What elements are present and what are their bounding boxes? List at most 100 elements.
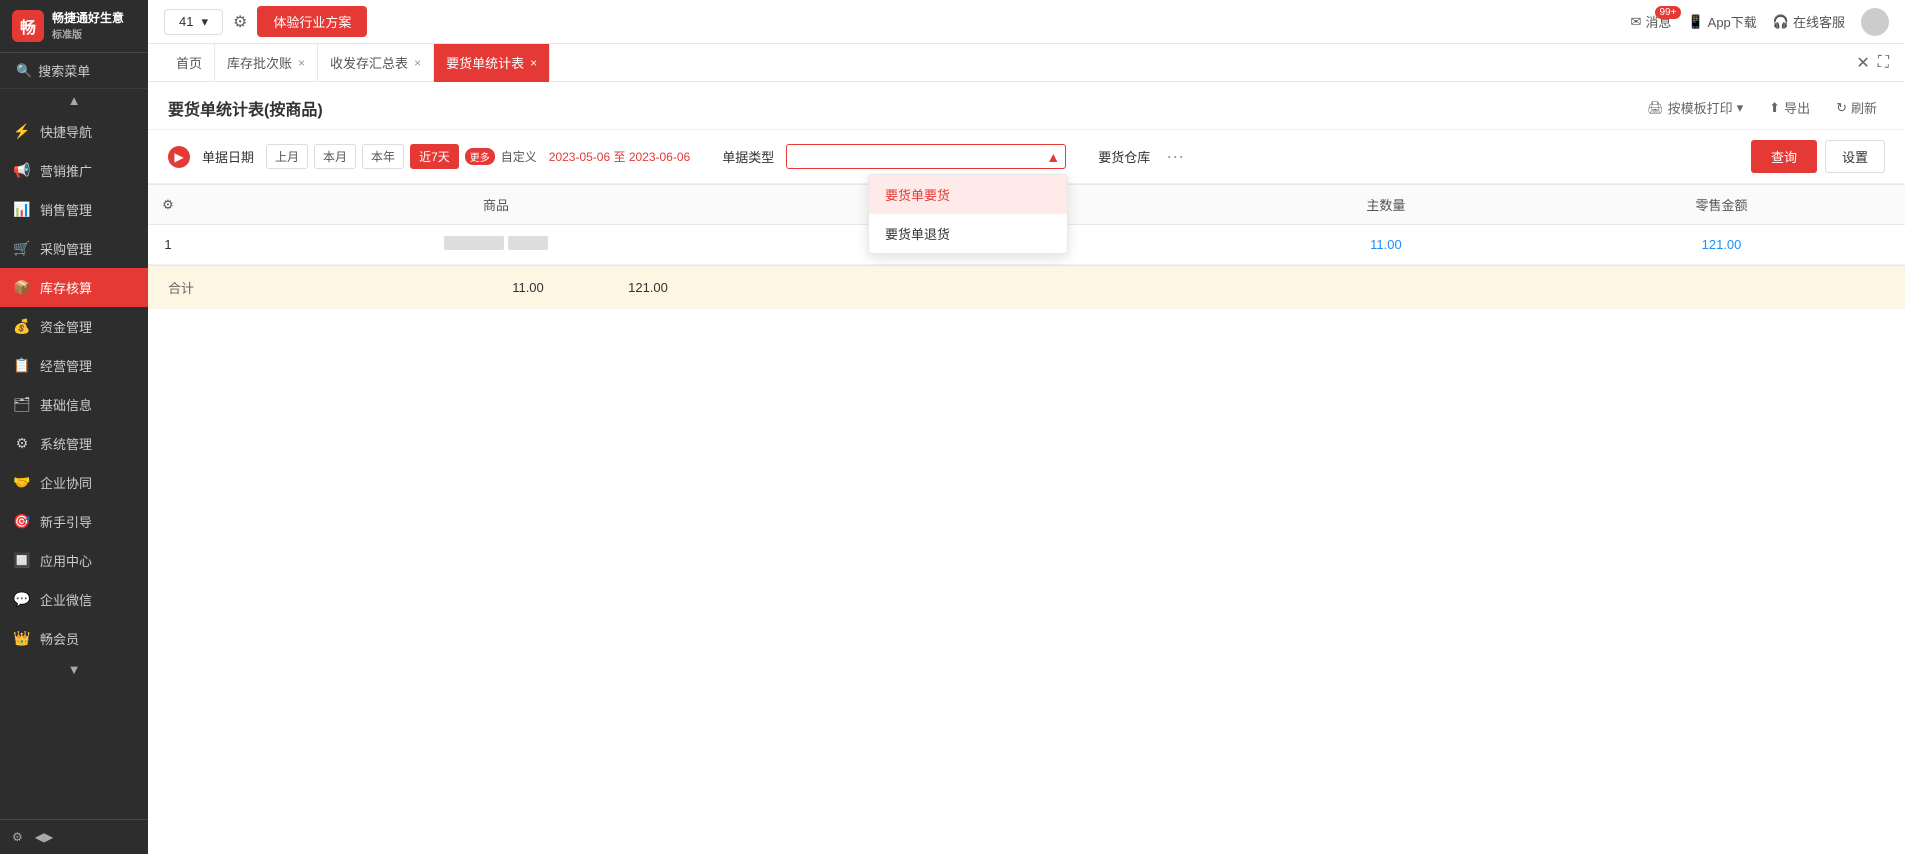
sidebar-scroll-down[interactable]: ▼ [0,658,148,681]
tab-order-stats[interactable]: 要货单统计表 × [434,44,550,82]
app-download-btn[interactable]: 📱 App下载 [1687,12,1756,31]
branch-selector[interactable]: 41 ▾ [164,9,223,35]
enterprise-wechat-icon: 💬 [12,591,32,608]
sidebar-item-system[interactable]: ⚙ 系统管理 [0,424,148,463]
row-qty[interactable]: 11.00 [1234,225,1538,265]
tab-close-collection-summary[interactable]: × [414,56,421,70]
more-dates-badge[interactable]: 更多 [465,148,495,165]
purchase-icon: 🛒 [12,240,32,257]
footer-qty: 11.00 [468,280,588,295]
page-actions: 🖨 按模板打印 ▾ ⬆ 导出 ↻ 刷新 [1639,94,1885,121]
recent7-btn[interactable]: 近7天 [410,144,459,169]
date-filter-label: 单据日期 [202,147,254,166]
query-btn[interactable]: 查询 [1751,140,1817,173]
page-title: 要货单统计表(按商品) [168,96,323,120]
sidebar-item-sales[interactable]: 📊 销售管理 [0,190,148,229]
sidebar-item-newbie[interactable]: 🎯 新手引导 [0,502,148,541]
settings-bottom-icon[interactable]: ⚙ [12,830,23,844]
warehouse-filter-label: 要货仓库 [1098,147,1150,166]
footer-label: 合计 [168,278,228,297]
operations-icon: 📋 [12,357,32,374]
sidebar-item-purchase[interactable]: 🛒 采购管理 [0,229,148,268]
filter-actions: 查询 设置 [1751,140,1885,173]
user-avatar[interactable] [1861,8,1889,36]
filter-date-group: 上月 本月 本年 近7天 更多 自定义 [266,144,537,169]
sidebar-item-operations[interactable]: 📋 经营管理 [0,346,148,385]
custom-date-btn[interactable]: 自定义 [501,148,537,165]
row-amount[interactable]: 121.00 [1538,225,1905,265]
sidebar-item-quick-nav[interactable]: ⚡ 快捷导航 [0,112,148,151]
chevron-down-icon: ▾ [201,14,208,30]
refresh-btn[interactable]: ↻ 刷新 [1828,94,1885,121]
trial-btn[interactable]: 体验行业方案 [257,6,367,37]
tab-home[interactable]: 首页 [164,44,215,82]
print-chevron-down-icon: ▾ [1737,100,1744,116]
basic-info-icon: 🗂 [12,396,32,413]
inventory-icon: 📦 [12,279,32,296]
topbar-right: ✉ 消息 99+ 📱 App下载 🎧 在线客服 [1631,8,1889,36]
sidebar-item-basic-info[interactable]: 🗂 基础信息 [0,385,148,424]
tab-collection-summary[interactable]: 收发存汇总表 × [318,44,434,82]
tab-inventory-batch[interactable]: 库存批次账 × [215,44,318,82]
sidebar-item-finance[interactable]: 💰 资金管理 [0,307,148,346]
footer-qty-placeholder [228,280,468,295]
message-badge: 99+ [1655,6,1682,19]
table-header-product: 商品 [188,185,804,225]
message-icon: ✉ [1631,14,1642,30]
gear-header-icon: ⚙ [162,197,174,212]
quick-nav-icon: ⚡ [12,123,32,140]
sidebar-search[interactable]: 🔍 搜索菜单 [0,53,148,89]
export-btn[interactable]: ⬆ 导出 [1761,94,1818,121]
members-icon: 👑 [12,630,32,647]
table-header-gear[interactable]: ⚙ [148,185,188,225]
filter-toggle-btn[interactable]: ▶ [168,146,190,168]
tabs-bar: 首页 库存批次账 × 收发存汇总表 × 要货单统计表 × ✕ ⛶ [148,44,1905,82]
sidebar-item-app-center[interactable]: 🔲 应用中心 [0,541,148,580]
sidebar-scroll-up[interactable]: ▲ [0,89,148,112]
setting-btn[interactable]: 设置 [1825,140,1885,173]
warehouse-filter-dots[interactable]: ··· [1166,146,1184,167]
tab-close-inventory-batch[interactable]: × [298,56,305,70]
mobile-icon: 📱 [1687,14,1703,30]
sidebar-item-enterprise[interactable]: 🤝 企业协同 [0,463,148,502]
tabs-close-all-icon[interactable]: ✕ [1856,53,1869,73]
enterprise-icon: 🤝 [12,474,32,491]
table-footer: 合计 11.00 121.00 [148,265,1905,309]
type-filter-clear-icon[interactable]: ▲ [1046,149,1060,165]
dropdown-item-order-goods[interactable]: 要货单要货 [869,175,1067,214]
type-filter-input[interactable] [786,144,1066,169]
topbar-gear-icon[interactable]: ⚙ [233,12,247,32]
footer-amount: 121.00 [588,280,708,295]
print-icon: 🖨 [1647,100,1664,116]
product-placeholder-2 [508,236,548,250]
type-dropdown: 要货单要货 要货单退货 [868,174,1068,254]
message-btn[interactable]: ✉ 消息 99+ [1631,12,1672,31]
sidebar-item-marketing[interactable]: 📢 营销推广 [0,151,148,190]
filter-bar: ▶ 单据日期 上月 本月 本年 近7天 更多 自定义 2023-05-06 至 … [148,130,1905,184]
export-icon: ⬆ [1769,100,1780,116]
collapse-icon[interactable]: ◀▶ [35,830,53,844]
print-btn[interactable]: 🖨 按模板打印 ▾ [1639,94,1751,121]
tabs-actions: ✕ ⛶ [1856,53,1889,73]
system-icon: ⚙ [12,435,32,452]
table-header-qty: 主数量 [1234,185,1538,225]
sidebar-item-enterprise-wechat[interactable]: 💬 企业微信 [0,580,148,619]
online-service-btn[interactable]: 🎧 在线客服 [1773,12,1845,31]
tab-close-order-stats[interactable]: × [530,56,537,70]
this-month-btn[interactable]: 本月 [314,144,356,169]
logo-text: 畅捷通好生意 标准版 [52,11,124,42]
sidebar-item-members[interactable]: 👑 畅会员 [0,619,148,658]
row-product [188,225,804,265]
this-year-btn[interactable]: 本年 [362,144,404,169]
date-range-display: 2023-05-06 至 2023-06-06 [549,148,690,165]
topbar-left: 41 ▾ ⚙ 体验行业方案 [164,6,1631,37]
sidebar-logo: 畅 畅捷通好生意 标准版 [0,0,148,53]
prev-month-btn[interactable]: 上月 [266,144,308,169]
sidebar-item-inventory[interactable]: 📦 库存核算 [0,268,148,307]
main-area: 41 ▾ ⚙ 体验行业方案 ✉ 消息 99+ 📱 App下载 🎧 在线客服 [148,0,1905,854]
dropdown-item-order-return[interactable]: 要货单退货 [869,214,1067,253]
app-center-icon: 🔲 [12,552,32,569]
finance-icon: 💰 [12,318,32,335]
sidebar: 畅 畅捷通好生意 标准版 🔍 搜索菜单 ▲ ⚡ 快捷导航 📢 营销推广 📊 销售… [0,0,148,854]
tabs-maximize-icon[interactable]: ⛶ [1878,54,1889,72]
